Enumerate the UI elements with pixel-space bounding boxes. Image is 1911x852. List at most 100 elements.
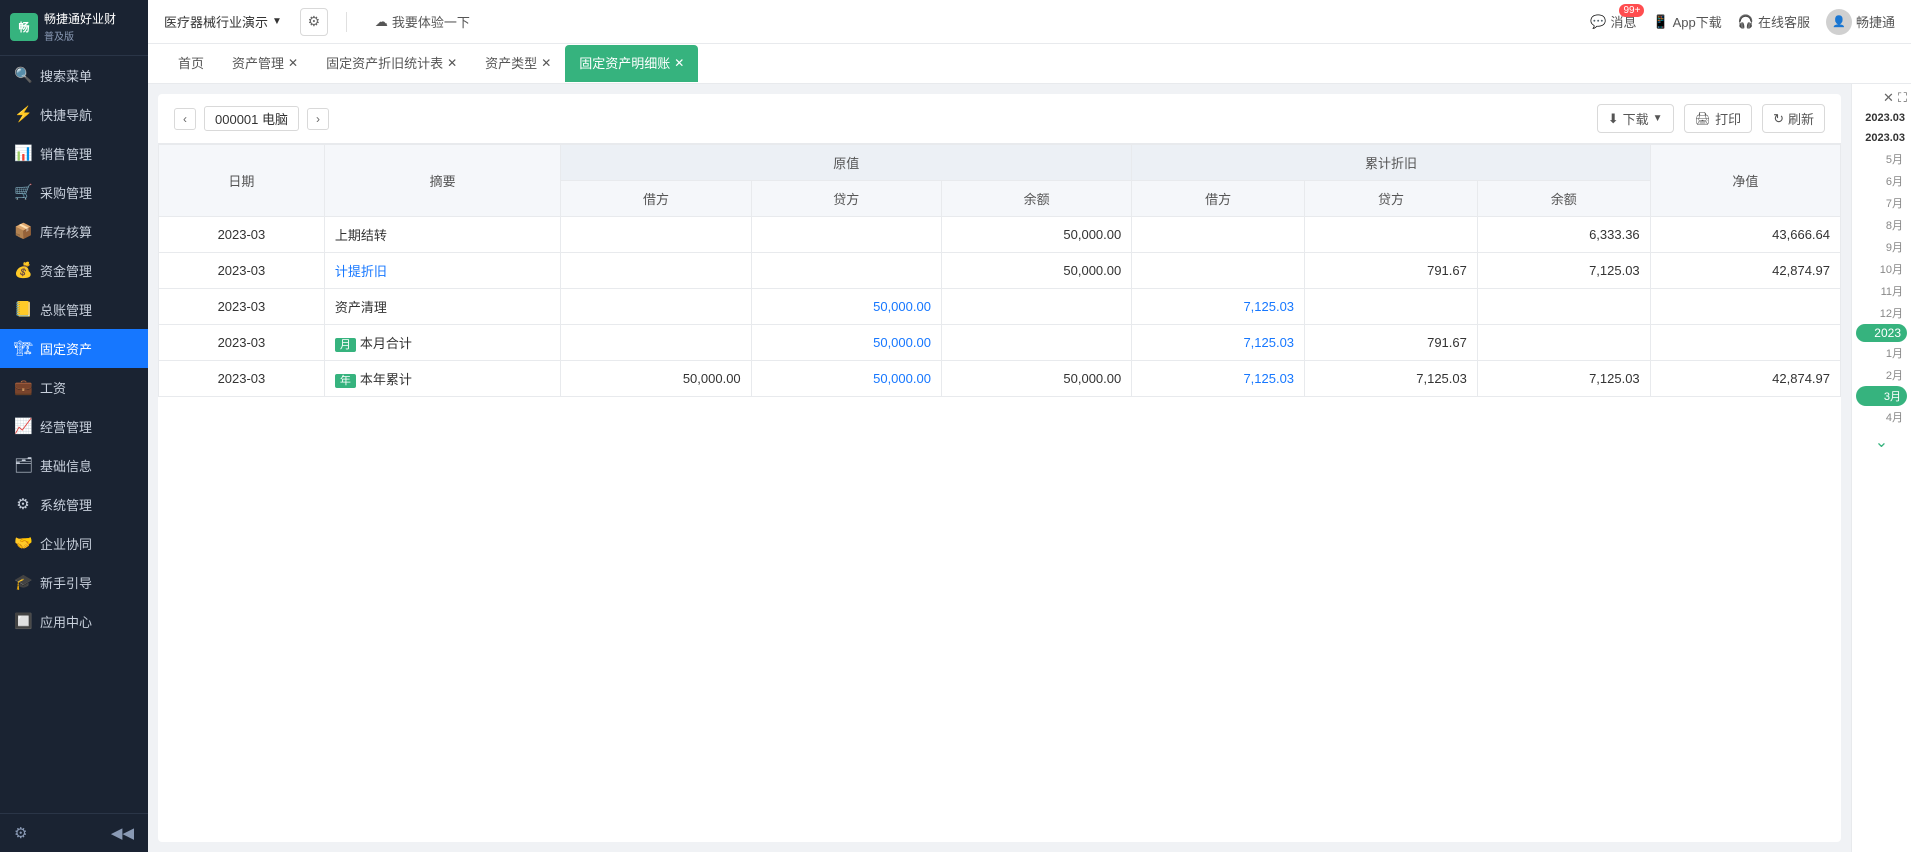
building-icon: 🏗 <box>14 339 32 357</box>
tab-asset-detail-close[interactable]: ✕ <box>674 57 684 69</box>
next-asset-button[interactable]: › <box>307 108 329 130</box>
download-button[interactable]: ⬇ 下载 ▼ <box>1597 104 1674 133</box>
sidebar-item-inventory[interactable]: 📦 库存核算 <box>0 212 148 251</box>
guide-icon: 🎓 <box>14 573 32 591</box>
timeline-month[interactable]: 1月 <box>1856 342 1907 364</box>
tab-depreciation-stat-close[interactable]: ✕ <box>447 57 457 69</box>
download-icon: ⬇ <box>1608 111 1619 127</box>
sidebar-item-collab[interactable]: 🤝 企业协同 <box>0 524 148 563</box>
main-area: 医疗器械行业演示 ▼ ⚙ ☁ 我要体验一下 💬 消息 99+ 📱 App下载 🎧… <box>148 0 1911 852</box>
timeline-month[interactable]: 6月 <box>1856 170 1907 192</box>
sidebar-item-ops[interactable]: 📈 经营管理 <box>0 407 148 446</box>
col-original-value: 原值 <box>561 145 1132 181</box>
timeline-year: 2023.03 <box>1856 108 1907 128</box>
col-ad-credit: 贷方 <box>1305 181 1478 217</box>
timeline-month[interactable]: 11月 <box>1856 280 1907 302</box>
collapse-icon[interactable]: ◀◀ <box>111 824 134 842</box>
col-net-value: 净值 <box>1650 145 1840 217</box>
tabs-bar: 首页 资产管理 ✕ 固定资产折旧统计表 ✕ 资产类型 ✕ 固定资产明细账 ✕ <box>148 44 1911 84</box>
sidebar-item-fixed-assets[interactable]: 🏗 固定资产 <box>0 329 148 368</box>
sidebar-bottom: ⚙ ◀◀ <box>0 813 148 852</box>
sidebar-item-label: 搜索菜单 <box>40 66 92 85</box>
experience-label: 我要体验一下 <box>392 12 470 31</box>
timeline-month[interactable]: 7月 <box>1856 192 1907 214</box>
box-icon: 📦 <box>14 222 32 240</box>
timeline-month[interactable]: 5月 <box>1856 148 1907 170</box>
panel-toolbar: ‹ 000001 电脑 › ⬇ 下载 ▼ 🖨 打印 ↻ 刷新 <box>158 94 1841 144</box>
sidebar-item-quicknav[interactable]: ⚡ 快捷导航 <box>0 95 148 134</box>
timeline-scroll-down[interactable]: ⌄ <box>1856 428 1907 456</box>
tab-asset-mgmt-label: 资产管理 <box>232 53 284 72</box>
logo-icon: 畅 <box>10 13 38 41</box>
timeline-month-active[interactable]: 3月 <box>1856 386 1907 406</box>
settings-bottom-icon[interactable]: ⚙ <box>14 824 27 842</box>
tab-asset-detail[interactable]: 固定资产明细账 ✕ <box>565 45 698 82</box>
refresh-button[interactable]: ↻ 刷新 <box>1762 104 1825 133</box>
search-icon: 🔍 <box>14 66 32 84</box>
sidebar-item-apps[interactable]: 🔲 应用中心 <box>0 602 148 641</box>
experience-button[interactable]: ☁ 我要体验一下 <box>365 8 480 35</box>
sidebar-item-search[interactable]: 🔍 搜索菜单 <box>0 56 148 95</box>
tab-asset-mgmt-close[interactable]: ✕ <box>288 57 298 69</box>
sidebar-nav: 🔍 搜索菜单 ⚡ 快捷导航 📊 销售管理 🛒 采购管理 📦 库存核算 💰 资金管… <box>0 56 148 813</box>
print-label: 打印 <box>1715 109 1741 128</box>
ops-icon: 📈 <box>14 417 32 435</box>
cloud-icon: ☁ <box>375 14 388 30</box>
service-button[interactable]: 🎧 在线客服 <box>1738 12 1810 31</box>
content-area: ‹ 000001 电脑 › ⬇ 下载 ▼ 🖨 打印 ↻ 刷新 <box>148 84 1911 852</box>
timeline-close-button[interactable]: ✕ <box>1883 90 1894 106</box>
sidebar-item-label: 销售管理 <box>40 144 92 163</box>
sidebar-item-sales[interactable]: 📊 销售管理 <box>0 134 148 173</box>
sidebar-item-label: 库存核算 <box>40 222 92 241</box>
timeline-month[interactable]: 10月 <box>1856 258 1907 280</box>
timeline-expand-button[interactable]: ⛶ <box>1898 90 1907 106</box>
flash-icon: ⚡ <box>14 105 32 123</box>
timeline-year-badge[interactable]: 2023 <box>1856 324 1907 342</box>
message-button[interactable]: 💬 消息 99+ <box>1590 12 1636 31</box>
sidebar: 畅 畅捷通好业财 普及版 🔍 搜索菜单 ⚡ 快捷导航 📊 销售管理 🛒 采购管理… <box>0 0 148 852</box>
sidebar-item-guide[interactable]: 🎓 新手引导 <box>0 563 148 602</box>
sidebar-item-capital[interactable]: 💰 资金管理 <box>0 251 148 290</box>
table-row: 2023-03资产清理50,000.007,125.03 <box>159 289 1841 325</box>
avatar: 👤 <box>1826 9 1852 35</box>
download-button[interactable]: 📱 App下载 <box>1652 12 1721 31</box>
timeline-year: 2023.03 <box>1856 128 1907 148</box>
col-date: 日期 <box>159 145 325 217</box>
sidebar-item-ledger[interactable]: 📒 总账管理 <box>0 290 148 329</box>
handshake-icon: 🤝 <box>14 534 32 552</box>
print-button[interactable]: 🖨 打印 <box>1684 104 1753 133</box>
timeline-month[interactable]: 8月 <box>1856 214 1907 236</box>
table-row: 2023-03计提折旧50,000.00791.677,125.0342,874… <box>159 253 1841 289</box>
data-table-wrap: 日期 摘要 原值 累计折旧 净值 借方 贷方 余额 借方 贷方 余额 <box>158 144 1841 842</box>
prev-asset-button[interactable]: ‹ <box>174 108 196 130</box>
sidebar-item-basic[interactable]: 🗂 基础信息 <box>0 446 148 485</box>
tab-asset-type[interactable]: 资产类型 ✕ <box>471 45 565 82</box>
sidebar-item-purchase[interactable]: 🛒 采购管理 <box>0 173 148 212</box>
sidebar-item-system[interactable]: ⚙ 系统管理 <box>0 485 148 524</box>
tab-asset-detail-label: 固定资产明细账 <box>579 53 670 72</box>
col-abstract: 摘要 <box>324 145 561 217</box>
timeline-month[interactable]: 2月 <box>1856 364 1907 386</box>
tab-depreciation-stat[interactable]: 固定资产折旧统计表 ✕ <box>312 45 471 82</box>
tab-asset-mgmt[interactable]: 资产管理 ✕ <box>218 45 312 82</box>
service-label: 在线客服 <box>1758 12 1810 31</box>
settings-button[interactable]: ⚙ <box>300 8 328 36</box>
tab-home[interactable]: 首页 <box>164 45 218 82</box>
user-button[interactable]: 👤 畅捷通 <box>1826 9 1895 35</box>
sidebar-item-salary[interactable]: 💼 工资 <box>0 368 148 407</box>
timeline-month[interactable]: 12月 <box>1856 302 1907 324</box>
tab-asset-type-close[interactable]: ✕ <box>541 57 551 69</box>
timeline-month[interactable]: 9月 <box>1856 236 1907 258</box>
col-ov-balance: 余额 <box>941 181 1131 217</box>
gear-icon: ⚙ <box>14 495 32 513</box>
table-row: 2023-03年本年累计50,000.0050,000.0050,000.007… <box>159 361 1841 397</box>
message-badge: 99+ <box>1619 4 1644 17</box>
user-label: 畅捷通 <box>1856 12 1895 31</box>
gear-icon: ⚙ <box>308 13 321 30</box>
company-selector[interactable]: 医疗器械行业演示 ▼ <box>164 12 282 31</box>
cart-icon: 🛒 <box>14 183 32 201</box>
timeline-month[interactable]: 4月 <box>1856 406 1907 428</box>
sidebar-item-label: 新手引导 <box>40 573 92 592</box>
col-ad-balance: 余额 <box>1477 181 1650 217</box>
dropdown-icon: ▼ <box>1653 113 1663 124</box>
